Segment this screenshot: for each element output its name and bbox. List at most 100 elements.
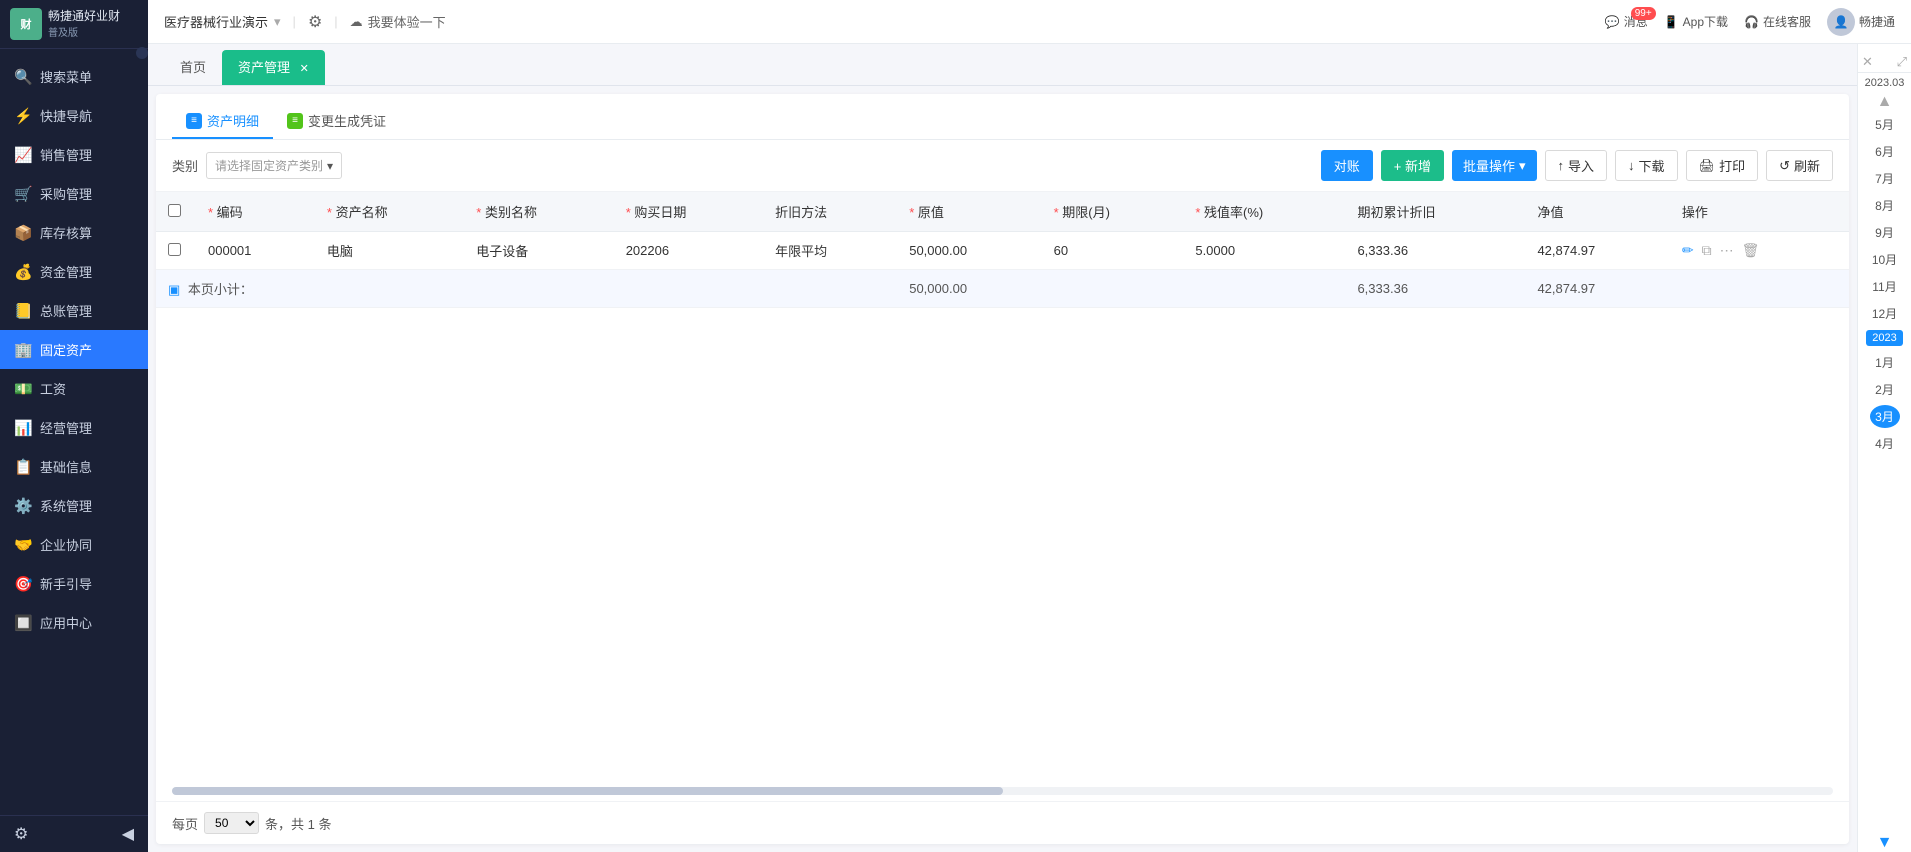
- customer-service-btn[interactable]: 🎧 在线客服: [1744, 13, 1811, 30]
- batch-btn[interactable]: 批量操作 ▾: [1452, 150, 1537, 181]
- quicknav-icon: ⚡: [14, 107, 32, 125]
- select-all-checkbox[interactable]: [168, 204, 181, 217]
- print-btn[interactable]: 🖨 打印: [1686, 150, 1759, 181]
- main-area: 医疗器械行业演示 ▾ | ⚙ | ☁ 我要体验一下 💬 消息 99+ 📱 App…: [148, 0, 1911, 852]
- app-download-btn[interactable]: 📱 App下载: [1664, 13, 1728, 30]
- sidebar-item-app-center[interactable]: 🔲 应用中心: [0, 603, 148, 642]
- page-size-select[interactable]: 50 20 100: [204, 812, 259, 834]
- month-4[interactable]: 4月: [1863, 430, 1907, 457]
- company-dropdown-icon: ▾: [274, 14, 281, 30]
- table-header-row: 编码 资产名称 类别名称 购买日期 折旧方法 原值 期限(月) 残值率(%) 期…: [156, 192, 1849, 232]
- sidebar-item-base-info[interactable]: 📋 基础信息: [0, 447, 148, 486]
- filter-category-select[interactable]: 请选择固定资产类别 ▾: [206, 152, 342, 179]
- row-checkbox-cell: [156, 232, 196, 270]
- subtotal-label-cell: ▣ 本页小计：: [156, 270, 897, 308]
- sidebar-item-salary[interactable]: 💵 工资: [0, 369, 148, 408]
- refresh-btn[interactable]: ↺ 刷新: [1766, 150, 1833, 181]
- delete-icon[interactable]: 🗑: [1742, 242, 1760, 259]
- app-edition: 普及版: [48, 24, 120, 39]
- messages-badge: 99+: [1631, 7, 1656, 20]
- search-icon: 🔍: [14, 68, 32, 86]
- toolbar: 类别 请选择固定资产类别 ▾ 对账 + 新增: [156, 140, 1849, 192]
- asset-detail-tab-icon: ≡: [186, 113, 202, 129]
- import-btn[interactable]: ↑ 导入: [1545, 150, 1608, 181]
- right-panel-header: ✕ ⤢: [1858, 52, 1911, 73]
- tab-bar: 首页 资产管理 ✕: [148, 44, 1857, 86]
- topbar-separator: |: [293, 14, 296, 29]
- month-11[interactable]: 11月: [1863, 273, 1907, 300]
- sidebar-item-inventory[interactable]: 📦 库存核算: [0, 213, 148, 252]
- row-period: 60: [1042, 232, 1184, 270]
- experience-btn[interactable]: ☁ 我要体验一下: [350, 12, 446, 31]
- month-5[interactable]: 5月: [1863, 111, 1907, 138]
- more-icon[interactable]: ⋯: [1720, 242, 1734, 259]
- edit-icon[interactable]: ✏: [1682, 242, 1694, 259]
- sidebar-item-sales[interactable]: 📈 销售管理: [0, 135, 148, 174]
- th-period: 期限(月): [1042, 192, 1184, 232]
- th-purchase-date: 购买日期: [614, 192, 763, 232]
- tab-close-icon[interactable]: ✕: [300, 63, 309, 75]
- sidebar-item-ledger[interactable]: 📒 总账管理: [0, 291, 148, 330]
- row-checkbox[interactable]: [168, 243, 181, 256]
- sidebar-item-fixed-assets[interactable]: 🏢 固定资产: [0, 330, 148, 369]
- subtotal-residual-rate: [1183, 270, 1345, 308]
- inventory-icon: 📦: [14, 224, 32, 242]
- table-wrap: 编码 资产名称 类别名称 购买日期 折旧方法 原值 期限(月) 残值率(%) 期…: [156, 192, 1849, 781]
- row-depreciation-method: 年限平均: [763, 232, 897, 270]
- month-6[interactable]: 6月: [1863, 138, 1907, 165]
- th-name: 资产名称: [315, 192, 464, 232]
- filter-area: 类别 请选择固定资产类别 ▾: [172, 152, 1313, 179]
- reconcile-btn[interactable]: 对账: [1321, 150, 1373, 181]
- messages-btn[interactable]: 💬 消息 99+: [1605, 13, 1648, 30]
- download-icon: ↓: [1628, 158, 1635, 173]
- download-btn[interactable]: ↓ 下载: [1615, 150, 1678, 181]
- app-title: 畅捷通好业财: [48, 9, 120, 25]
- app-logo: 财: [10, 8, 42, 40]
- th-checkbox: [156, 192, 196, 232]
- th-category: 类别名称: [464, 192, 613, 232]
- add-btn[interactable]: + 新增: [1381, 150, 1444, 181]
- topbar-gear-icon[interactable]: ⚙: [308, 12, 322, 32]
- sidebar-item-ops[interactable]: 📊 经营管理: [0, 408, 148, 447]
- month-8[interactable]: 8月: [1863, 192, 1907, 219]
- company-selector[interactable]: 医疗器械行业演示 ▾: [164, 12, 281, 31]
- copy-icon[interactable]: ⧉: [1702, 242, 1712, 259]
- month-1[interactable]: 1月: [1863, 349, 1907, 376]
- collapse-icon[interactable]: ◀: [122, 824, 134, 844]
- tab-home[interactable]: 首页: [164, 50, 222, 85]
- right-panel-down[interactable]: ▼: [1877, 834, 1893, 852]
- year-marker-2023: 2023: [1866, 330, 1902, 346]
- right-panel-up[interactable]: ▲: [1877, 93, 1893, 111]
- sidebar-item-quick-nav[interactable]: ⚡ 快捷导航: [0, 96, 148, 135]
- sidebar-collapse-btn[interactable]: [136, 47, 148, 59]
- workspace: ≡ 资产明细 ≡ 变更生成凭证 类别 请选择固定资产类别 ▾: [156, 94, 1849, 844]
- month-3-current[interactable]: 3月: [1870, 405, 1900, 428]
- subtotal-initial-accumulated: 6,333.36: [1345, 270, 1525, 308]
- sidebar-item-search[interactable]: 🔍 搜索菜单: [0, 57, 148, 96]
- tab-asset-mgmt[interactable]: 资产管理 ✕: [222, 50, 325, 85]
- sub-tab-change-voucher[interactable]: ≡ 变更生成凭证: [273, 104, 400, 139]
- right-panel-expand-icon[interactable]: ⤢: [1897, 54, 1907, 70]
- settings-icon[interactable]: ⚙: [14, 824, 28, 844]
- sub-tab-asset-detail[interactable]: ≡ 资产明细: [172, 104, 273, 139]
- sidebar-item-guide[interactable]: 🎯 新手引导: [0, 564, 148, 603]
- filter-category-label: 类别: [172, 156, 198, 175]
- sub-tab-bar: ≡ 资产明细 ≡ 变更生成凭证: [156, 94, 1849, 140]
- month-10[interactable]: 10月: [1863, 246, 1907, 273]
- sidebar: 财 畅捷通好业财 普及版 🔍 搜索菜单 ⚡ 快捷导航 📈 销售管理 🛒 采购管理…: [0, 0, 148, 852]
- right-panel-close-icon[interactable]: ✕: [1862, 54, 1873, 70]
- filter-value: 请选择固定资产类别: [215, 157, 323, 174]
- sidebar-item-system[interactable]: ⚙️ 系统管理: [0, 486, 148, 525]
- ops-icon: 📊: [14, 419, 32, 437]
- month-7[interactable]: 7月: [1863, 165, 1907, 192]
- month-12[interactable]: 12月: [1863, 300, 1907, 327]
- table-row: 000001 电脑 电子设备 202206 年限平均 50,000.00 60 …: [156, 232, 1849, 270]
- month-2[interactable]: 2月: [1863, 376, 1907, 403]
- month-9[interactable]: 9月: [1863, 219, 1907, 246]
- horizontal-scrollbar-track[interactable]: [172, 787, 1833, 795]
- sidebar-item-purchase[interactable]: 🛒 采购管理: [0, 174, 148, 213]
- user-area[interactable]: 👤 畅捷通: [1827, 8, 1895, 36]
- sidebar-item-finance[interactable]: 💰 资金管理: [0, 252, 148, 291]
- sidebar-item-enterprise[interactable]: 🤝 企业协同: [0, 525, 148, 564]
- asset-table: 编码 资产名称 类别名称 购买日期 折旧方法 原值 期限(月) 残值率(%) 期…: [156, 192, 1849, 308]
